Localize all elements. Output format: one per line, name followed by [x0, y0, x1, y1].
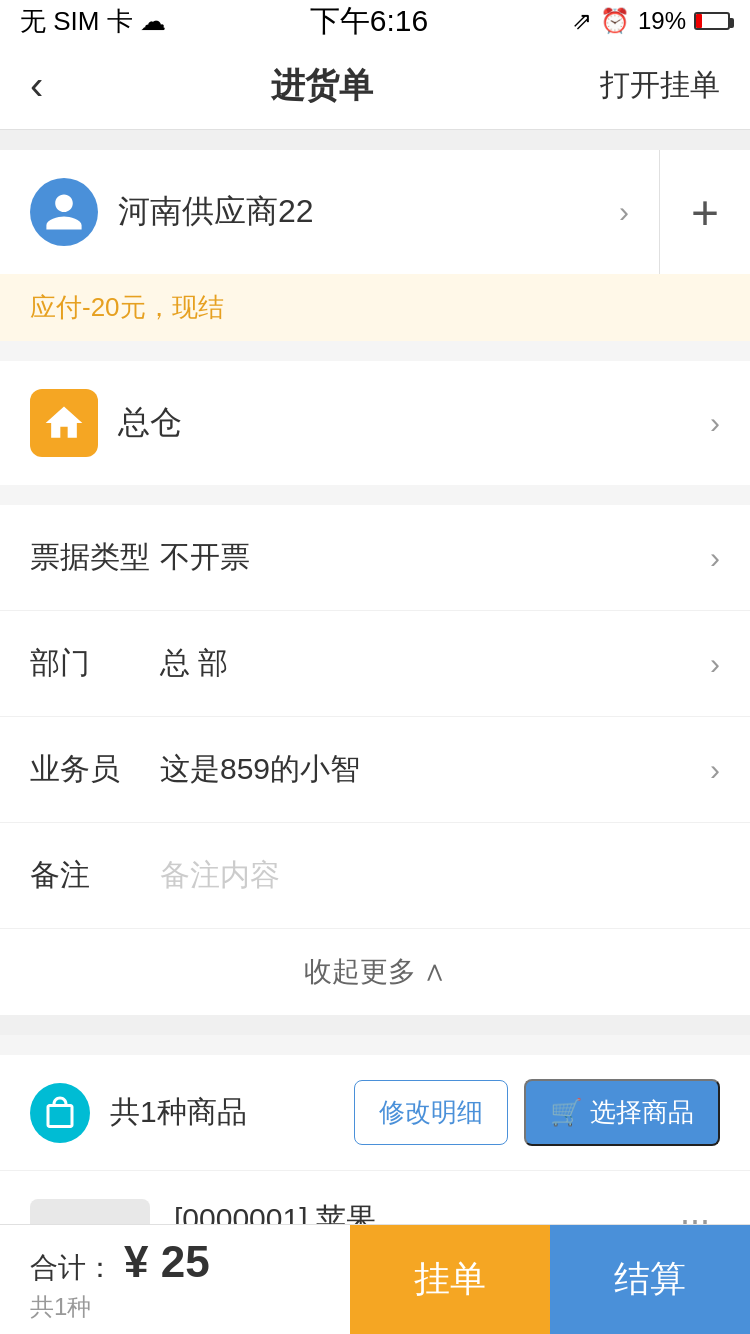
- supplier-chevron-icon: ›: [619, 195, 629, 229]
- invoice-type-chevron: ›: [710, 541, 720, 575]
- add-supplier-button[interactable]: +: [660, 185, 750, 240]
- edit-detail-button[interactable]: 修改明细: [354, 1080, 508, 1145]
- back-button[interactable]: ‹: [30, 63, 43, 108]
- form-section: 票据类型 不开票 › 部门 总 部 › 业务员 这是859的小智 › 备注 备注…: [0, 505, 750, 928]
- cart-icon: 🛒: [550, 1097, 582, 1128]
- select-product-label: 选择商品: [590, 1095, 694, 1130]
- bottom-bar: 合计： ¥ 25 共1种 挂单 结算: [0, 1224, 750, 1334]
- select-product-button[interactable]: 🛒 选择商品: [524, 1079, 720, 1146]
- department-value: 总 部: [160, 643, 700, 684]
- hang-button[interactable]: 挂单: [350, 1225, 550, 1334]
- products-count: 共1种商品: [110, 1092, 354, 1133]
- supplier-row[interactable]: 河南供应商22 ›: [0, 150, 660, 274]
- status-left: 无 SIM 卡 ☁: [20, 4, 166, 39]
- products-header: 共1种商品 修改明细 🛒 选择商品: [0, 1055, 750, 1171]
- warehouse-name: 总仓: [118, 401, 700, 445]
- department-chevron: ›: [710, 647, 720, 681]
- alarm-icon: ⏰: [600, 7, 630, 35]
- salesperson-row[interactable]: 业务员 这是859的小智 ›: [0, 717, 750, 823]
- warehouse-section[interactable]: 总仓 ›: [0, 361, 750, 485]
- invoice-type-label: 票据类型: [30, 537, 160, 578]
- nav-bar: ‹ 进货单 打开挂单: [0, 42, 750, 130]
- department-row[interactable]: 部门 总 部 ›: [0, 611, 750, 717]
- total-amount: ¥ 25: [124, 1237, 210, 1287]
- battery-level: 19%: [638, 7, 686, 35]
- department-label: 部门: [30, 643, 160, 684]
- notice-bar: 应付-20元，现结: [0, 274, 750, 341]
- bag-icon: [42, 1095, 78, 1131]
- supplier-avatar: [30, 178, 98, 246]
- total-line: 合计： ¥ 25: [30, 1237, 320, 1287]
- location-icon: ⇗: [572, 7, 592, 35]
- products-icon: [30, 1083, 90, 1143]
- collapse-bar[interactable]: 收起更多 ∧: [0, 928, 750, 1015]
- remark-input[interactable]: 备注内容: [160, 855, 720, 896]
- person-icon: [42, 190, 86, 234]
- remark-label: 备注: [30, 855, 160, 896]
- warehouse-chevron-icon: ›: [710, 406, 720, 440]
- supplier-name: 河南供应商22: [118, 190, 609, 234]
- salesperson-value: 这是859的小智: [160, 749, 700, 790]
- total-sub: 共1种: [30, 1291, 320, 1323]
- remark-row[interactable]: 备注 备注内容: [0, 823, 750, 928]
- invoice-type-row[interactable]: 票据类型 不开票 ›: [0, 505, 750, 611]
- sim-signal: 无 SIM 卡 ☁: [20, 4, 166, 39]
- total-section: 合计： ¥ 25 共1种: [0, 1225, 350, 1334]
- salesperson-label: 业务员: [30, 749, 160, 790]
- status-bar: 无 SIM 卡 ☁ 下午6:16 ⇗ ⏰ 19%: [0, 0, 750, 42]
- invoice-type-value: 不开票: [160, 537, 700, 578]
- page-title: 进货单: [271, 63, 373, 109]
- warehouse-icon: [30, 389, 98, 457]
- section-divider-2: [0, 1015, 750, 1035]
- status-time: 下午6:16: [310, 1, 428, 42]
- salesperson-chevron: ›: [710, 753, 720, 787]
- total-label: 合计：: [30, 1249, 114, 1287]
- supplier-section: 河南供应商22 › +: [0, 150, 750, 274]
- home-icon: [42, 401, 86, 445]
- status-right: ⇗ ⏰ 19%: [572, 7, 730, 35]
- battery-icon: [694, 12, 730, 30]
- collapse-label: 收起更多 ∧: [304, 953, 447, 991]
- section-divider-1: [0, 130, 750, 150]
- checkout-button[interactable]: 结算: [550, 1225, 750, 1334]
- open-hang-button[interactable]: 打开挂单: [600, 65, 720, 106]
